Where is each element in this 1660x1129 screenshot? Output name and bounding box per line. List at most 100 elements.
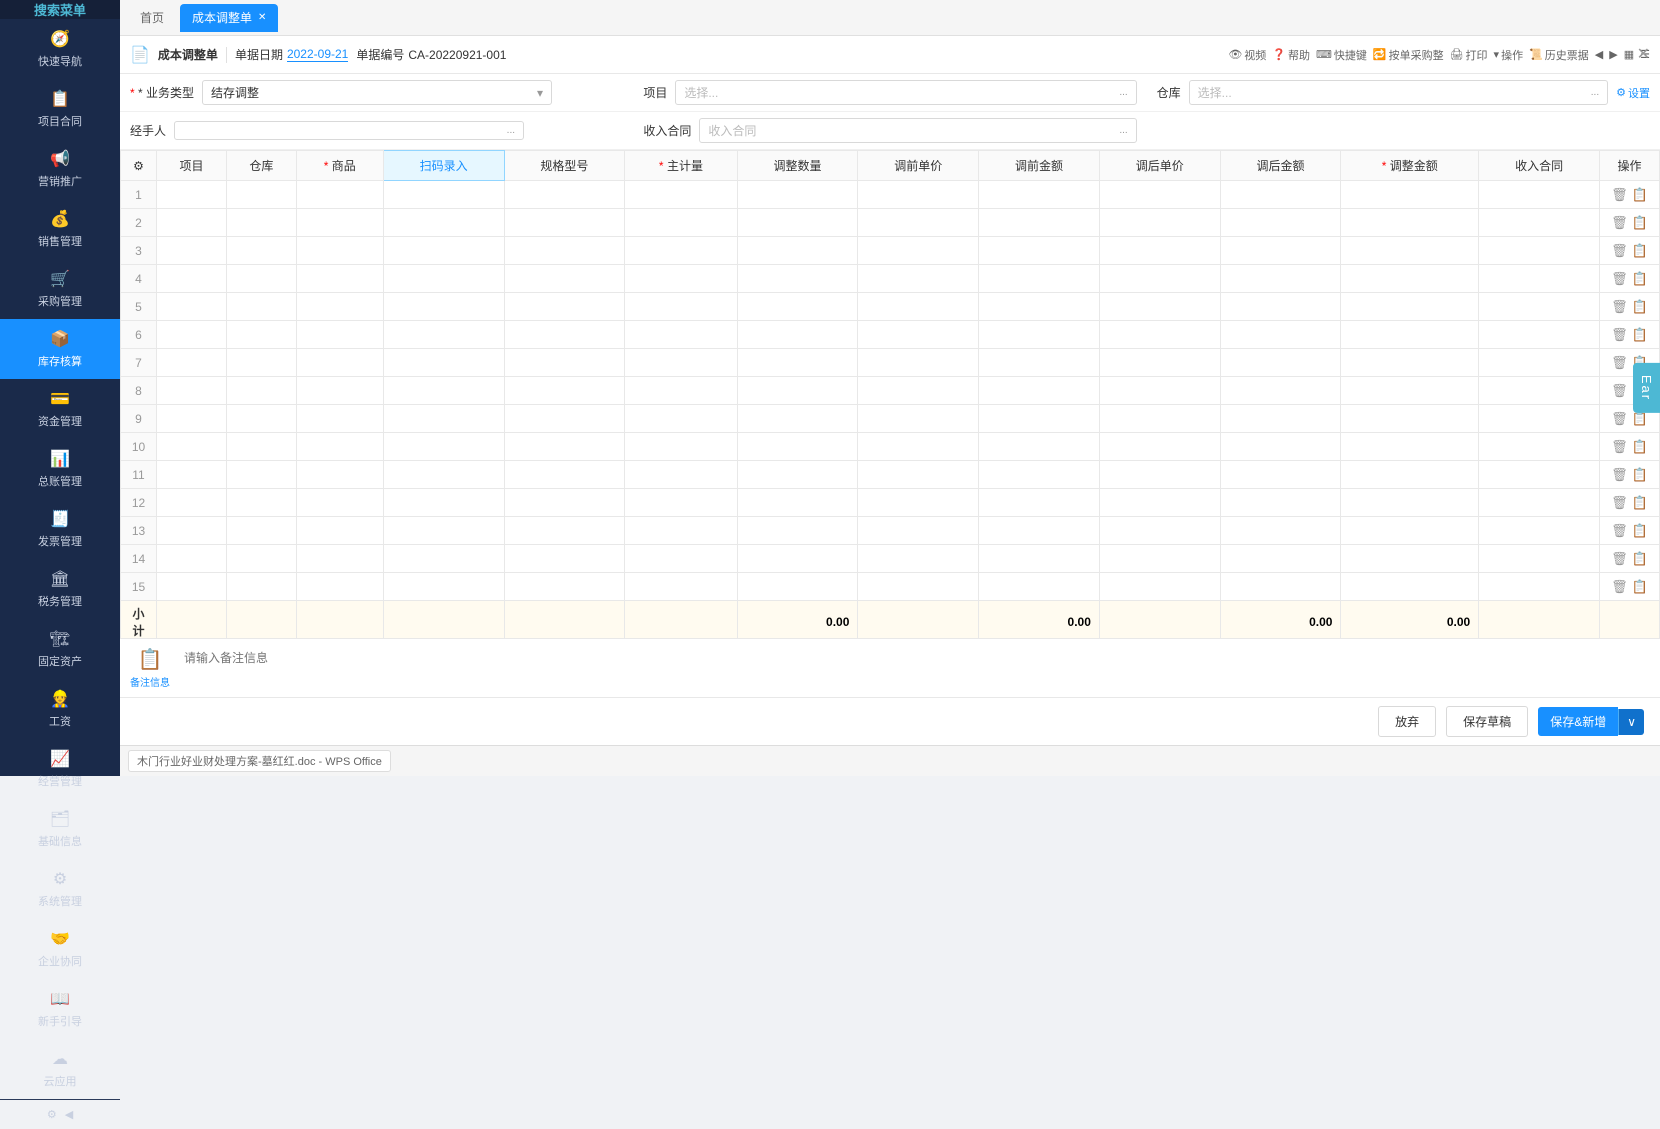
row-9-adj-qty[interactable] <box>737 405 858 433</box>
sidebar-item-sales-mgmt[interactable]: 💰销售管理 <box>0 199 120 259</box>
operation-btn[interactable]: ▾ 操作 <box>1494 47 1524 63</box>
grid-container[interactable]: ⚙ 项目 仓库 商品 扫码录入 规格型号 主计量 调整数量 调前单价 调前金额 … <box>120 150 1660 638</box>
row-13-income-contract[interactable] <box>1479 517 1600 545</box>
sidebar-item-sales-promo[interactable]: 📢营销推广 <box>0 139 120 199</box>
row-7-prev-unit-price[interactable] <box>858 349 979 377</box>
col-settings-header[interactable]: ⚙ <box>121 151 157 181</box>
discard-button[interactable]: 放弃 <box>1378 706 1436 737</box>
row-11-income-contract[interactable] <box>1479 461 1600 489</box>
row-11-spec[interactable] <box>504 461 625 489</box>
row-6-income-contract[interactable] <box>1479 321 1600 349</box>
row-10-adj-total[interactable] <box>1341 433 1479 461</box>
row-3-spec[interactable] <box>504 237 625 265</box>
row-10-goods[interactable] <box>296 433 383 461</box>
row-13-scan[interactable] <box>383 517 504 545</box>
row-2-income-contract[interactable] <box>1479 209 1600 237</box>
row-3-copy-icon[interactable]: 📋 <box>1632 243 1648 259</box>
row-15-income-contract[interactable] <box>1479 573 1600 601</box>
row-4-adj-total[interactable] <box>1341 265 1479 293</box>
row-1-project[interactable] <box>157 181 227 209</box>
row-15-prev-unit-price[interactable] <box>858 573 979 601</box>
row-5-project[interactable] <box>157 293 227 321</box>
row-12-adj-total[interactable] <box>1341 489 1479 517</box>
row-8-spec[interactable] <box>504 377 625 405</box>
project-input[interactable]: 选择... ... <box>675 80 1136 105</box>
row-11-adj-unit-price[interactable] <box>1099 461 1220 489</box>
row-12-adj-qty[interactable] <box>737 489 858 517</box>
row-11-goods[interactable] <box>296 461 383 489</box>
row-14-warehouse[interactable] <box>226 545 296 573</box>
row-7-unit[interactable] <box>625 349 737 377</box>
row-14-unit[interactable] <box>625 545 737 573</box>
row-10-warehouse[interactable] <box>226 433 296 461</box>
row-4-delete-icon[interactable]: 🗑 <box>1611 271 1628 287</box>
row-11-adj-total[interactable] <box>1341 461 1479 489</box>
row-6-adj-total[interactable] <box>1341 321 1479 349</box>
row-11-unit[interactable] <box>625 461 737 489</box>
row-4-prev-amount[interactable] <box>979 265 1100 293</box>
row-12-copy-icon[interactable]: 📋 <box>1632 495 1648 511</box>
view-btn[interactable]: 👁 视频 <box>1228 47 1266 63</box>
row-13-adj-amount[interactable] <box>1220 517 1341 545</box>
row-10-copy-icon[interactable]: 📋 <box>1632 439 1648 455</box>
col-scan-header[interactable]: 扫码录入 <box>383 151 504 181</box>
row-11-delete-icon[interactable]: 🗑 <box>1611 467 1628 483</box>
row-9-spec[interactable] <box>504 405 625 433</box>
row-15-copy-icon[interactable]: 📋 <box>1632 579 1648 595</box>
grid-view-btn[interactable]: ▦ <box>1624 48 1634 61</box>
row-2-adj-unit-price[interactable] <box>1099 209 1220 237</box>
nav-next-btn[interactable]: ▶ <box>1609 48 1617 61</box>
row-13-project[interactable] <box>157 517 227 545</box>
row-5-unit[interactable] <box>625 293 737 321</box>
row-6-copy-icon[interactable]: 📋 <box>1632 327 1648 343</box>
row-15-spec[interactable] <box>504 573 625 601</box>
row-4-unit[interactable] <box>625 265 737 293</box>
row-10-prev-unit-price[interactable] <box>858 433 979 461</box>
row-2-delete-icon[interactable]: 🗑 <box>1611 215 1628 231</box>
row-15-scan[interactable] <box>383 573 504 601</box>
row-3-income-contract[interactable] <box>1479 237 1600 265</box>
row-14-project[interactable] <box>157 545 227 573</box>
row-6-adj-unit-price[interactable] <box>1099 321 1220 349</box>
save-draft-button[interactable]: 保存草稿 <box>1446 706 1528 737</box>
row-8-delete-icon[interactable]: 🗑 <box>1611 383 1628 399</box>
row-9-adj-unit-price[interactable] <box>1099 405 1220 433</box>
row-8-prev-amount[interactable] <box>979 377 1100 405</box>
row-10-scan[interactable] <box>383 433 504 461</box>
row-1-warehouse[interactable] <box>226 181 296 209</box>
row-11-adj-amount[interactable] <box>1220 461 1341 489</box>
sidebar-item-system-mgmt[interactable]: ⚙系统管理 <box>0 859 120 919</box>
agent-dots[interactable]: ... <box>507 125 515 136</box>
row-11-project[interactable] <box>157 461 227 489</box>
row-4-income-contract[interactable] <box>1479 265 1600 293</box>
row-2-adj-amount[interactable] <box>1220 209 1341 237</box>
row-13-goods[interactable] <box>296 517 383 545</box>
row-3-adj-total[interactable] <box>1341 237 1479 265</box>
close-button[interactable]: ✕ <box>1637 44 1650 64</box>
row-13-spec[interactable] <box>504 517 625 545</box>
row-10-adj-amount[interactable] <box>1220 433 1341 461</box>
row-10-spec[interactable] <box>504 433 625 461</box>
row-6-unit[interactable] <box>625 321 737 349</box>
row-1-prev-amount[interactable] <box>979 181 1100 209</box>
row-4-warehouse[interactable] <box>226 265 296 293</box>
row-7-adj-amount[interactable] <box>1220 349 1341 377</box>
row-7-adj-total[interactable] <box>1341 349 1479 377</box>
search-menu-btn[interactable]: 搜索菜单 <box>34 0 86 19</box>
row-15-adj-total[interactable] <box>1341 573 1479 601</box>
settings-btn[interactable]: ⚙ 设置 <box>1616 85 1650 101</box>
sidebar-item-new-guide[interactable]: 📖新手引导 <box>0 979 120 1039</box>
row-10-adj-unit-price[interactable] <box>1099 433 1220 461</box>
tab-home[interactable]: 首页 <box>128 4 176 32</box>
row-1-spec[interactable] <box>504 181 625 209</box>
row-10-delete-icon[interactable]: 🗑 <box>1611 439 1628 455</box>
row-5-goods[interactable] <box>296 293 383 321</box>
row-3-project[interactable] <box>157 237 227 265</box>
agent-input[interactable]: ... <box>174 121 524 140</box>
taskbar-item[interactable]: 木门行业好业财处理方案-墓红红.doc - WPS Office <box>128 750 391 772</box>
row-2-prev-amount[interactable] <box>979 209 1100 237</box>
row-4-adj-amount[interactable] <box>1220 265 1341 293</box>
row-7-income-contract[interactable] <box>1479 349 1600 377</box>
row-7-adj-qty[interactable] <box>737 349 858 377</box>
row-10-unit[interactable] <box>625 433 737 461</box>
